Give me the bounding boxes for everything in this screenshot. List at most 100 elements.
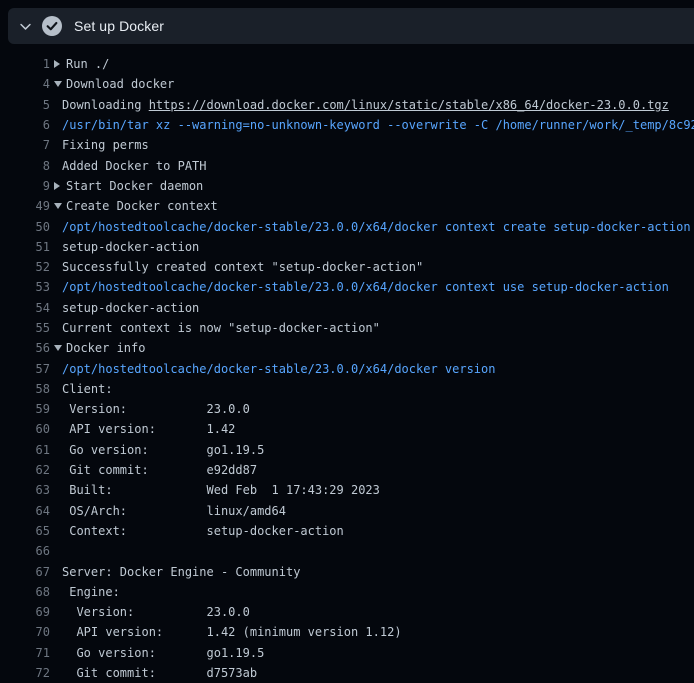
line-number[interactable]: 52: [0, 260, 50, 274]
log-text: Version: 23.0.0: [62, 605, 250, 619]
chevron-down-icon[interactable]: [8, 20, 42, 33]
log-text: setup-docker-action: [62, 240, 199, 254]
group-title: Download docker: [66, 77, 174, 91]
line-number[interactable]: 55: [0, 321, 50, 335]
line-number[interactable]: 64: [0, 504, 50, 518]
log-line: 64 OS/Arch: linux/amd64: [0, 501, 694, 521]
step-header[interactable]: Set up Docker: [8, 8, 694, 44]
log-line: 67Server: Docker Engine - Community: [0, 561, 694, 581]
command-text: /opt/hostedtoolcache/docker-stable/23.0.…: [62, 280, 669, 294]
step-title: Set up Docker: [74, 18, 164, 34]
line-number[interactable]: 56: [0, 341, 50, 355]
log-line: 58 Client:: [0, 379, 694, 399]
line-number[interactable]: 63: [0, 483, 50, 497]
triangle-right-icon: [54, 182, 60, 190]
triangle-down-icon: [54, 345, 62, 351]
chevron-expanded-icon[interactable]: [54, 81, 66, 87]
log-text: Version: 23.0.0: [62, 402, 250, 416]
log-group-row[interactable]: 4 Download docker: [0, 74, 694, 94]
log-line: 7 Fixing perms: [0, 135, 694, 155]
line-number[interactable]: 8: [0, 159, 50, 173]
line-number[interactable]: 5: [0, 98, 50, 112]
line-number[interactable]: 53: [0, 280, 50, 294]
log-text: setup-docker-action: [62, 301, 199, 315]
log-text: Built: Wed Feb 1 17:43:29 2023: [62, 483, 380, 497]
line-number[interactable]: 69: [0, 605, 50, 619]
line-number[interactable]: 51: [0, 240, 50, 254]
line-number[interactable]: 71: [0, 646, 50, 660]
log-text: Git commit: d7573ab: [62, 666, 257, 680]
triangle-down-icon: [54, 203, 62, 209]
log-line: 61 Go version: go1.19.5: [0, 440, 694, 460]
log-line: 68 Engine:: [0, 582, 694, 602]
log-text: Client:: [62, 382, 113, 396]
line-number[interactable]: 72: [0, 666, 50, 680]
log-line: 70 API version: 1.42 (minimum version 1.…: [0, 622, 694, 642]
log-line: 65 Context: setup-docker-action: [0, 521, 694, 541]
log-line: 57/opt/hostedtoolcache/docker-stable/23.…: [0, 358, 694, 378]
log-line: 53/opt/hostedtoolcache/docker-stable/23.…: [0, 277, 694, 297]
log-line: 54 setup-docker-action: [0, 298, 694, 318]
log-text: Downloading https://download.docker.com/…: [62, 98, 669, 112]
log-line: 71 Go version: go1.19.5: [0, 643, 694, 663]
line-number[interactable]: 70: [0, 625, 50, 639]
log-line: 66: [0, 541, 694, 561]
triangle-right-icon: [54, 60, 60, 68]
line-number[interactable]: 61: [0, 443, 50, 457]
log-text: Git commit: e92dd87: [62, 463, 257, 477]
log-line: 51 setup-docker-action: [0, 237, 694, 257]
log-text: Current context is now "setup-docker-act…: [62, 321, 380, 335]
command-text: /usr/bin/tar xz --warning=no-unknown-key…: [62, 118, 694, 132]
line-number[interactable]: 59: [0, 402, 50, 416]
chevron-expanded-icon[interactable]: [54, 203, 66, 209]
line-number[interactable]: 49: [0, 199, 50, 213]
log-text: Fixing perms: [62, 138, 149, 152]
line-number[interactable]: 54: [0, 301, 50, 315]
line-number[interactable]: 57: [0, 362, 50, 376]
chevron-expanded-icon[interactable]: [54, 345, 66, 351]
line-number[interactable]: 7: [0, 138, 50, 152]
line-number[interactable]: 65: [0, 524, 50, 538]
command-text: /opt/hostedtoolcache/docker-stable/23.0.…: [62, 362, 495, 376]
log-line: 59 Version: 23.0.0: [0, 399, 694, 419]
log-line: 6/usr/bin/tar xz --warning=no-unknown-ke…: [0, 115, 694, 135]
log-line: 72 Git commit: d7573ab: [0, 663, 694, 683]
log-group-row[interactable]: 56 Docker info: [0, 338, 694, 358]
download-url-link[interactable]: https://download.docker.com/linux/static…: [149, 98, 669, 112]
line-number[interactable]: 60: [0, 422, 50, 436]
log-text: Successfully created context "setup-dock…: [62, 260, 423, 274]
line-number[interactable]: 6: [0, 118, 50, 132]
log-group-row[interactable]: 49 Create Docker context: [0, 196, 694, 216]
line-number[interactable]: 66: [0, 544, 50, 558]
chevron-collapsed-icon[interactable]: [54, 60, 66, 68]
log-line: 8 Added Docker to PATH: [0, 155, 694, 175]
log-text: API version: 1.42 (minimum version 1.12): [62, 625, 402, 639]
log-text: Go version: go1.19.5: [62, 646, 264, 660]
log-text-prefix: Downloading: [62, 98, 149, 112]
log-line: 62 Git commit: e92dd87: [0, 460, 694, 480]
line-number[interactable]: 9: [0, 179, 50, 193]
line-number[interactable]: 58: [0, 382, 50, 396]
group-title: Create Docker context: [66, 199, 218, 213]
line-number[interactable]: 1: [0, 57, 50, 71]
log-text: Added Docker to PATH: [62, 159, 207, 173]
log-container: 1Run ./ 4 Download docker 5 Downloading http…: [0, 54, 694, 683]
line-number[interactable]: 67: [0, 565, 50, 579]
command-text: /opt/hostedtoolcache/docker-stable/23.0.…: [62, 220, 694, 234]
log-text: Context: setup-docker-action: [62, 524, 344, 538]
check-circle-icon: [42, 16, 62, 36]
chevron-collapsed-icon[interactable]: [54, 182, 66, 190]
line-number[interactable]: 4: [0, 77, 50, 91]
group-title: Docker info: [66, 341, 145, 355]
triangle-down-icon: [54, 81, 62, 87]
line-number[interactable]: 50: [0, 220, 50, 234]
log-line: 60 API version: 1.42: [0, 419, 694, 439]
group-title: Start Docker daemon: [66, 179, 203, 193]
log-line: 63 Built: Wed Feb 1 17:43:29 2023: [0, 480, 694, 500]
line-number[interactable]: 68: [0, 585, 50, 599]
log-text: Go version: go1.19.5: [62, 443, 264, 457]
log-group-row[interactable]: 9 Start Docker daemon: [0, 176, 694, 196]
line-number[interactable]: 62: [0, 463, 50, 477]
log-line: 69 Version: 23.0.0: [0, 602, 694, 622]
log-group-row[interactable]: 1Run ./: [0, 54, 694, 74]
